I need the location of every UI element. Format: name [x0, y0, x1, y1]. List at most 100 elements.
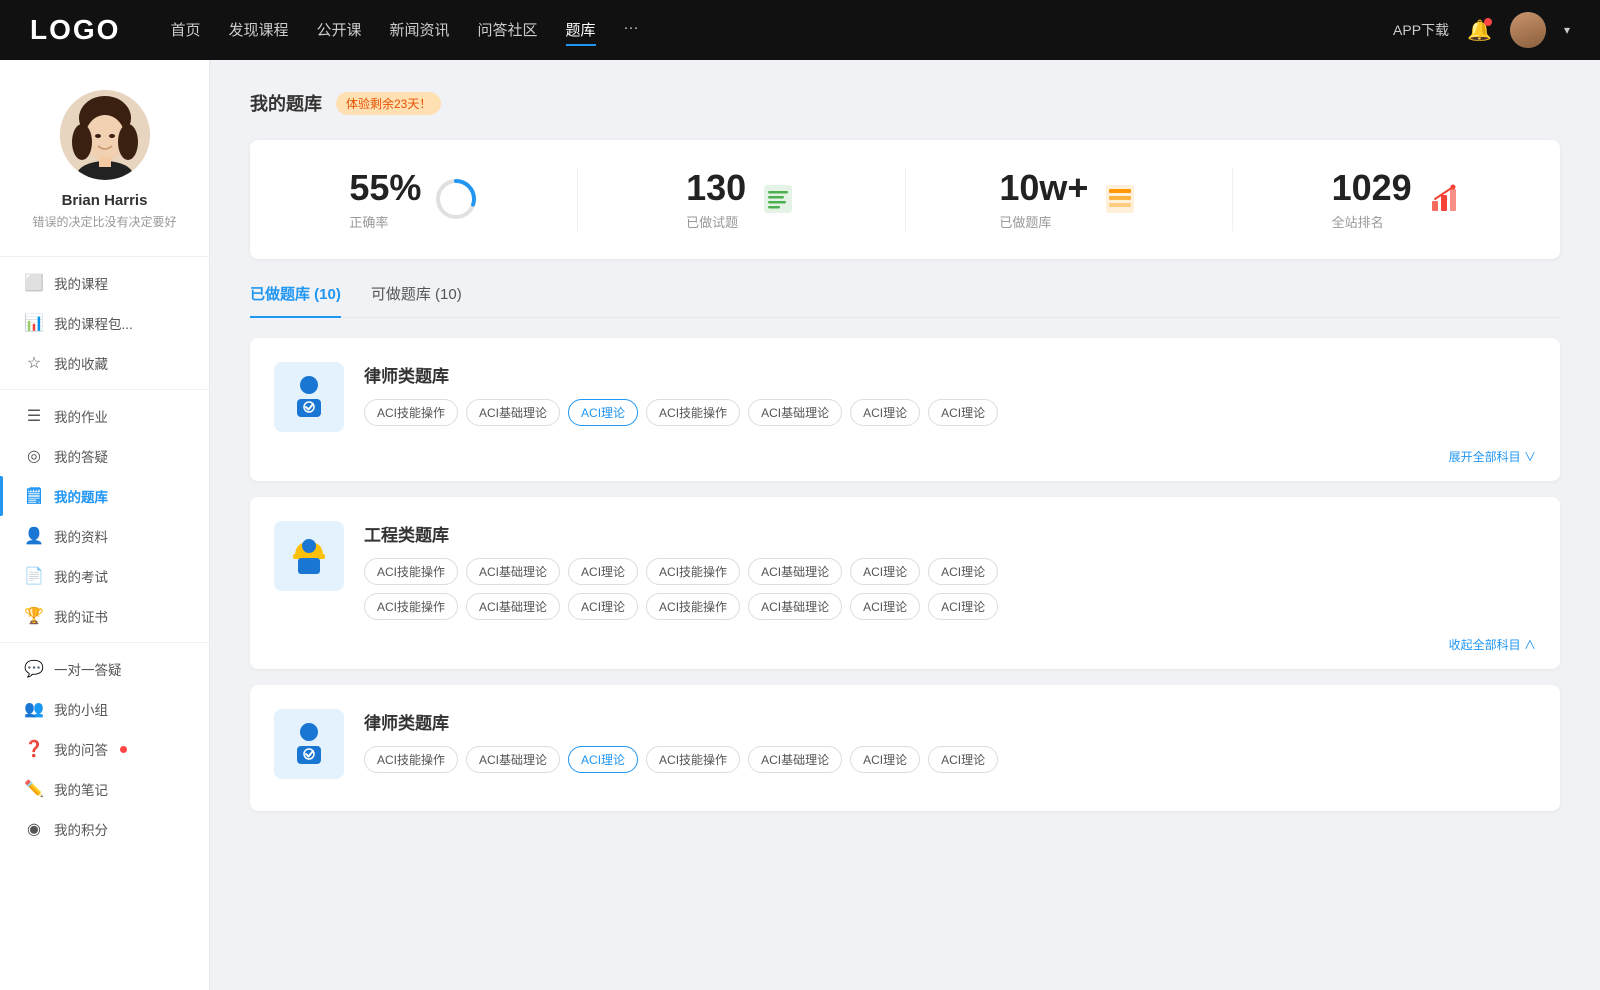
sidebar-item-questions[interactable]: ◎ 我的答疑 — [0, 436, 209, 476]
sidebar-item-favorites[interactable]: ☆ 我的收藏 — [0, 343, 209, 383]
navbar: LOGO 首页 发现课程 公开课 新闻资讯 问答社区 题库 ··· APP下载 … — [0, 0, 1600, 60]
sidebar-item-notes[interactable]: ✏️ 我的笔记 — [0, 769, 209, 809]
lawyer-bank-name-2: 律师类题库 — [364, 709, 1536, 734]
sidebar-item-certificate[interactable]: 🏆 我的证书 — [0, 596, 209, 636]
group-icon: 👥 — [24, 699, 44, 719]
lawyer-icon-wrap-1 — [274, 362, 344, 432]
lawyer2-tag-7[interactable]: ACI理论 — [928, 746, 998, 773]
done-questions-icon — [760, 181, 796, 217]
questionbank-label: 我的题库 — [54, 486, 108, 506]
stats-row: 55% 正确率 130 已做试题 — [250, 140, 1560, 259]
eng-tag-10[interactable]: ACI理论 — [568, 593, 638, 620]
rank-icon — [1426, 181, 1462, 217]
eng-tag-1[interactable]: ACI技能操作 — [364, 558, 458, 585]
lawyer2-tag-1[interactable]: ACI技能操作 — [364, 746, 458, 773]
lawyer-tags-row-1: ACI技能操作 ACI基础理论 ACI理论 ACI技能操作 ACI基础理论 AC… — [364, 399, 1536, 426]
eng-tag-3[interactable]: ACI理论 — [568, 558, 638, 585]
eng-tag-8[interactable]: ACI技能操作 — [364, 593, 458, 620]
notes-icon: ✏️ — [24, 779, 44, 799]
nav-news[interactable]: 新闻资讯 — [390, 15, 450, 46]
nav-questionbank[interactable]: 题库 — [566, 15, 596, 46]
engineer-tags-row-2: ACI技能操作 ACI基础理论 ACI理论 ACI技能操作 ACI基础理论 AC… — [364, 593, 1536, 620]
sidebar-item-group[interactable]: 👥 我的小组 — [0, 689, 209, 729]
tag-aci-basic-2[interactable]: ACI基础理论 — [748, 399, 842, 426]
eng-tag-13[interactable]: ACI理论 — [850, 593, 920, 620]
questionbank-icon: 🗒 — [24, 486, 44, 506]
notification-bell[interactable]: 🔔 — [1467, 18, 1492, 43]
nav-more[interactable]: ··· — [624, 15, 639, 46]
tag-aci-theory-2[interactable]: ACI理论 — [850, 399, 920, 426]
eng-tag-14[interactable]: ACI理论 — [928, 593, 998, 620]
engineer-icon — [283, 530, 335, 582]
eng-tag-4[interactable]: ACI技能操作 — [646, 558, 740, 585]
trial-badge: 体验剩余23天！ — [336, 92, 441, 115]
qa-notification-dot — [120, 746, 127, 753]
sidebar-divider-3 — [0, 642, 209, 643]
avatar-illustration — [60, 90, 150, 180]
notes-label: 我的笔记 — [54, 779, 108, 799]
app-download-link[interactable]: APP下载 — [1393, 20, 1449, 40]
notification-dot — [1484, 18, 1492, 26]
certificate-icon: 🏆 — [24, 606, 44, 626]
nav-qa[interactable]: 问答社区 — [478, 15, 538, 46]
sidebar-item-points[interactable]: ◉ 我的积分 — [0, 809, 209, 849]
engineer-collapse[interactable]: 收起全部科目 ∧ — [274, 636, 1536, 653]
tag-aci-skill-2[interactable]: ACI技能操作 — [646, 399, 740, 426]
eng-tag-7[interactable]: ACI理论 — [928, 558, 998, 585]
sidebar-item-questionbank[interactable]: 🗒 我的题库 — [0, 476, 209, 516]
sidebar-item-homework[interactable]: ☰ 我的作业 — [0, 396, 209, 436]
qbank-card-lawyer-2: 律师类题库 ACI技能操作 ACI基础理论 ACI理论 ACI技能操作 ACI基… — [250, 685, 1560, 811]
my-courses-label: 我的课程 — [54, 273, 108, 293]
page-header: 我的题库 体验剩余23天！ — [250, 90, 1560, 116]
sidebar-item-profile[interactable]: 👤 我的资料 — [0, 516, 209, 556]
lawyer2-tag-2[interactable]: ACI基础理论 — [466, 746, 560, 773]
tag-aci-basic-1[interactable]: ACI基础理论 — [466, 399, 560, 426]
tag-aci-theory-active-1[interactable]: ACI理论 — [568, 399, 638, 426]
rank-label: 全站排名 — [1332, 212, 1412, 231]
questions-icon: ◎ — [24, 446, 44, 466]
tab-available[interactable]: 可做题库 (10) — [371, 283, 462, 318]
favorites-label: 我的收藏 — [54, 353, 108, 373]
sidebar-item-course-package[interactable]: 📊 我的课程包... — [0, 303, 209, 343]
sidebar-item-onetoone[interactable]: 💬 一对一答疑 — [0, 649, 209, 689]
done-questions-value: 130 — [686, 168, 746, 208]
homework-label: 我的作业 — [54, 406, 108, 426]
points-icon: ◉ — [24, 819, 44, 839]
lawyer2-tag-6[interactable]: ACI理论 — [850, 746, 920, 773]
stat-done-questions: 130 已做试题 — [578, 168, 906, 231]
tag-aci-skill-1[interactable]: ACI技能操作 — [364, 399, 458, 426]
course-package-icon: 📊 — [24, 313, 44, 333]
sidebar-item-my-courses[interactable]: ⬜ 我的课程 — [0, 263, 209, 303]
eng-tag-12[interactable]: ACI基础理论 — [748, 593, 842, 620]
lawyer-expand-1[interactable]: 展开全部科目 ∨ — [274, 448, 1536, 465]
eng-tag-2[interactable]: ACI基础理论 — [466, 558, 560, 585]
nav-open[interactable]: 公开课 — [316, 15, 361, 46]
stat-rank: 1029 全站排名 — [1233, 168, 1560, 231]
nav-discover[interactable]: 发现课程 — [228, 15, 288, 46]
avatar[interactable] — [1510, 12, 1546, 48]
lawyer-icon-wrap-2 — [274, 709, 344, 779]
sidebar-item-qa[interactable]: ❓ 我的问答 — [0, 729, 209, 769]
eng-tag-9[interactable]: ACI基础理论 — [466, 593, 560, 620]
lawyer2-tag-theory-active[interactable]: ACI理论 — [568, 746, 638, 773]
eng-tag-6[interactable]: ACI理论 — [850, 558, 920, 585]
tab-done[interactable]: 已做题库 (10) — [250, 283, 341, 318]
profile-label: 我的资料 — [54, 526, 108, 546]
sidebar-item-exam[interactable]: 📄 我的考试 — [0, 556, 209, 596]
qa-icon: ❓ — [24, 739, 44, 759]
nav-links: 首页 发现课程 公开课 新闻资讯 问答社区 题库 ··· — [170, 15, 1393, 46]
nav-home[interactable]: 首页 — [170, 15, 200, 46]
tag-aci-theory-3[interactable]: ACI理论 — [928, 399, 998, 426]
eng-tag-5[interactable]: ACI基础理论 — [748, 558, 842, 585]
lawyer-icon-2 — [283, 718, 335, 770]
my-courses-icon: ⬜ — [24, 273, 44, 293]
done-banks-icon — [1102, 181, 1138, 217]
onetoone-icon: 💬 — [24, 659, 44, 679]
lawyer2-tag-5[interactable]: ACI基础理论 — [748, 746, 842, 773]
engineer-icon-wrap — [274, 521, 344, 591]
eng-tag-11[interactable]: ACI技能操作 — [646, 593, 740, 620]
engineer-bank-name: 工程类题库 — [364, 521, 1536, 546]
points-label: 我的积分 — [54, 819, 108, 839]
avatar-chevron-icon[interactable]: ▾ — [1564, 23, 1570, 37]
lawyer2-tag-4[interactable]: ACI技能操作 — [646, 746, 740, 773]
